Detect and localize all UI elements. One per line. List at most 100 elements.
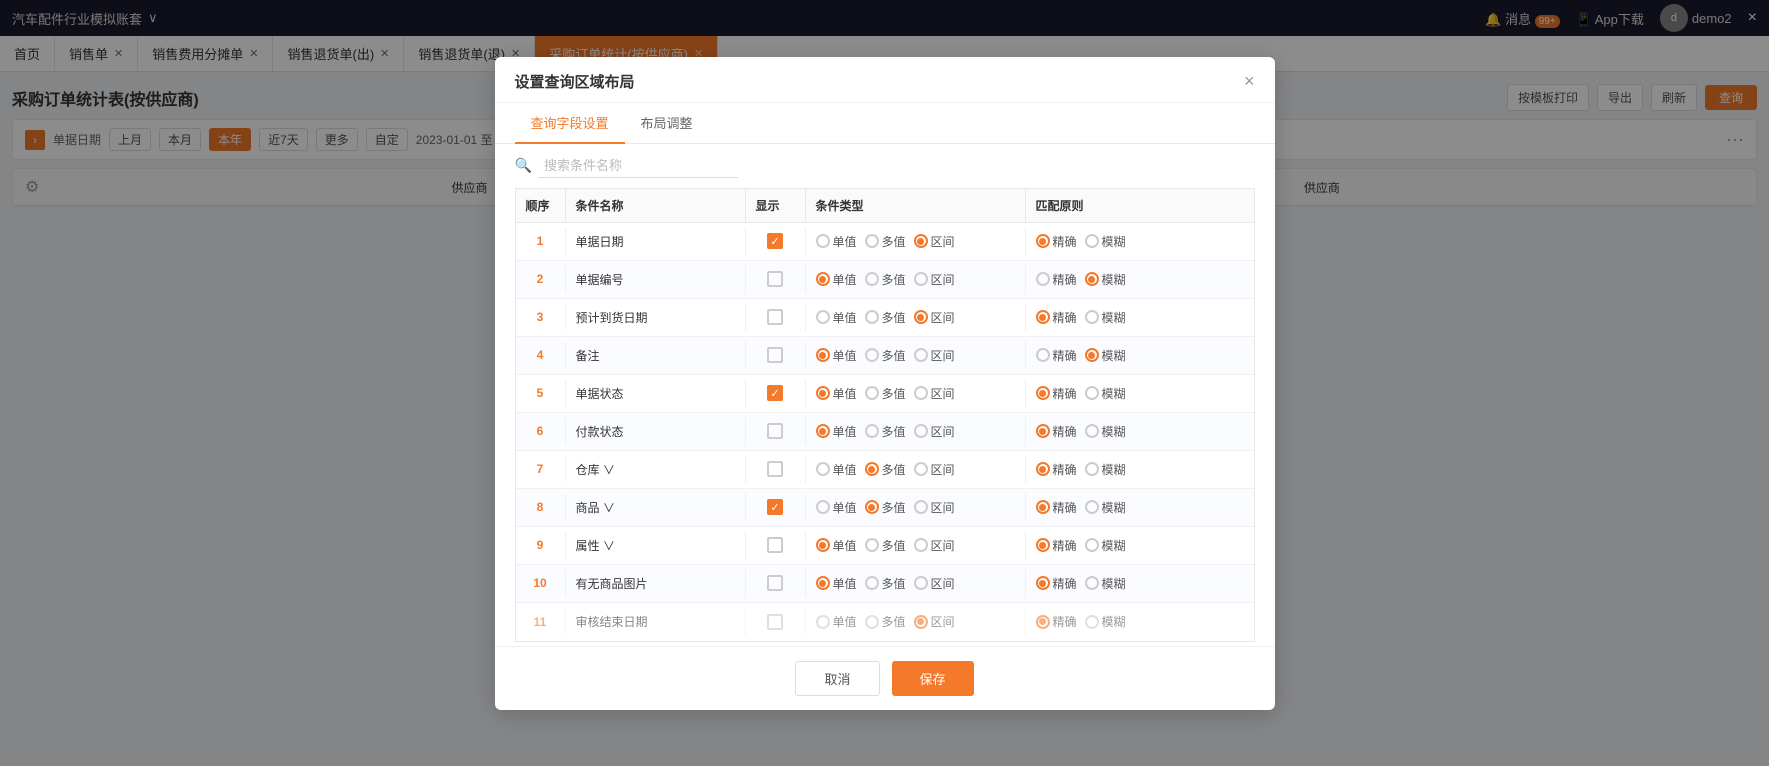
display-checkbox[interactable]: ✓ [767,385,783,401]
row-display[interactable]: ✓ [746,493,806,521]
display-checkbox[interactable]: ✓ [767,233,783,249]
radio-single-circle [816,386,830,400]
rule-exact[interactable]: 精确 [1036,233,1077,250]
type-multi[interactable]: 多值 [865,423,906,440]
modal-close-button[interactable]: × [1244,71,1255,92]
display-checkbox[interactable] [767,423,783,439]
row-display[interactable] [746,303,806,331]
rule-fuzzy[interactable]: 模糊 [1085,537,1126,554]
type-multi[interactable]: 多值 [865,499,906,516]
row-type: 单值 多值 区间 [806,265,1026,294]
row-display[interactable] [746,569,806,597]
rule-exact[interactable]: 精确 [1036,537,1077,554]
display-checkbox[interactable] [767,347,783,363]
type-single[interactable]: 单值 [816,271,857,288]
rule-exact[interactable]: 精确 [1036,613,1077,630]
type-range[interactable]: 区间 [914,613,955,630]
type-range[interactable]: 区间 [914,461,955,478]
type-range[interactable]: 区间 [914,309,955,326]
row-display[interactable] [746,608,806,636]
rule-exact[interactable]: 精确 [1036,385,1077,402]
display-checkbox[interactable]: ✓ [767,499,783,515]
th-display: 显示 [746,189,806,222]
save-button[interactable]: 保存 [892,661,974,696]
rule-fuzzy[interactable]: 模糊 [1085,575,1126,592]
type-multi[interactable]: 多值 [865,385,906,402]
row-display[interactable] [746,341,806,369]
rule-fuzzy[interactable]: 模糊 [1085,347,1126,364]
search-input[interactable] [538,154,738,178]
type-range[interactable]: 区间 [914,537,955,554]
type-radio-group: 单值 多值 区间 [816,347,1015,364]
cancel-button[interactable]: 取消 [795,661,879,696]
display-checkbox[interactable] [767,309,783,325]
type-single[interactable]: 单值 [816,499,857,516]
radio-exact-circle [1036,538,1050,552]
type-single[interactable]: 单值 [816,537,857,554]
tab-layout-adjust[interactable]: 布局调整 [625,103,709,144]
radio-fuzzy-circle [1085,615,1099,629]
type-multi[interactable]: 多值 [865,613,906,630]
rule-radio-group: 精确 模糊 [1036,461,1216,478]
row-display[interactable] [746,417,806,445]
tab-query-fields[interactable]: 查询字段设置 [515,103,625,144]
radio-exact-circle [1036,424,1050,438]
rule-radio-group: 精确 模糊 [1036,613,1216,630]
rule-fuzzy[interactable]: 模糊 [1085,233,1126,250]
display-checkbox[interactable] [767,271,783,287]
type-range[interactable]: 区间 [914,575,955,592]
rule-exact[interactable]: 精确 [1036,309,1077,326]
rule-fuzzy[interactable]: 模糊 [1085,461,1126,478]
row-name: 单据状态 [566,379,746,408]
display-checkbox[interactable] [767,537,783,553]
rule-fuzzy[interactable]: 模糊 [1085,385,1126,402]
type-range[interactable]: 区间 [914,347,955,364]
type-single[interactable]: 单值 [816,385,857,402]
rule-fuzzy[interactable]: 模糊 [1085,423,1126,440]
rule-exact[interactable]: 精确 [1036,271,1077,288]
display-checkbox[interactable] [767,461,783,477]
row-display[interactable] [746,265,806,293]
rule-exact[interactable]: 精确 [1036,461,1077,478]
row-display[interactable]: ✓ [746,379,806,407]
rule-fuzzy[interactable]: 模糊 [1085,309,1126,326]
type-range[interactable]: 区间 [914,385,955,402]
rule-exact[interactable]: 精确 [1036,499,1077,516]
rule-exact[interactable]: 精确 [1036,347,1077,364]
type-multi[interactable]: 多值 [865,309,906,326]
type-range[interactable]: 区间 [914,233,955,250]
type-single[interactable]: 单值 [816,575,857,592]
display-checkbox[interactable] [767,614,783,630]
type-multi[interactable]: 多值 [865,347,906,364]
row-type: 单值 多值 区间 [806,455,1026,484]
rule-fuzzy[interactable]: 模糊 [1085,613,1126,630]
type-single[interactable]: 单值 [816,233,857,250]
type-multi[interactable]: 多值 [865,537,906,554]
row-order: 11 [516,609,566,635]
type-single[interactable]: 单值 [816,423,857,440]
type-multi[interactable]: 多值 [865,233,906,250]
rule-radio-group: 精确 模糊 [1036,423,1216,440]
type-range[interactable]: 区间 [914,499,955,516]
rule-exact[interactable]: 精确 [1036,423,1077,440]
row-rule: 精确 模糊 [1026,417,1226,446]
type-single[interactable]: 单值 [816,461,857,478]
type-range[interactable]: 区间 [914,423,955,440]
rule-fuzzy[interactable]: 模糊 [1085,499,1126,516]
type-multi[interactable]: 多值 [865,575,906,592]
row-display[interactable] [746,455,806,483]
row-order: 9 [516,532,566,558]
display-checkbox[interactable] [767,575,783,591]
rule-fuzzy[interactable]: 模糊 [1085,271,1126,288]
type-multi[interactable]: 多值 [865,461,906,478]
row-display[interactable] [746,531,806,559]
row-display[interactable]: ✓ [746,227,806,255]
type-single[interactable]: 单值 [816,309,857,326]
type-range[interactable]: 区间 [914,271,955,288]
type-multi[interactable]: 多值 [865,271,906,288]
type-radio-group: 单值 多值 区间 [816,613,1015,630]
type-single[interactable]: 单值 [816,613,857,630]
type-single[interactable]: 单值 [816,347,857,364]
search-icon: 🔍 [515,157,532,174]
rule-exact[interactable]: 精确 [1036,575,1077,592]
